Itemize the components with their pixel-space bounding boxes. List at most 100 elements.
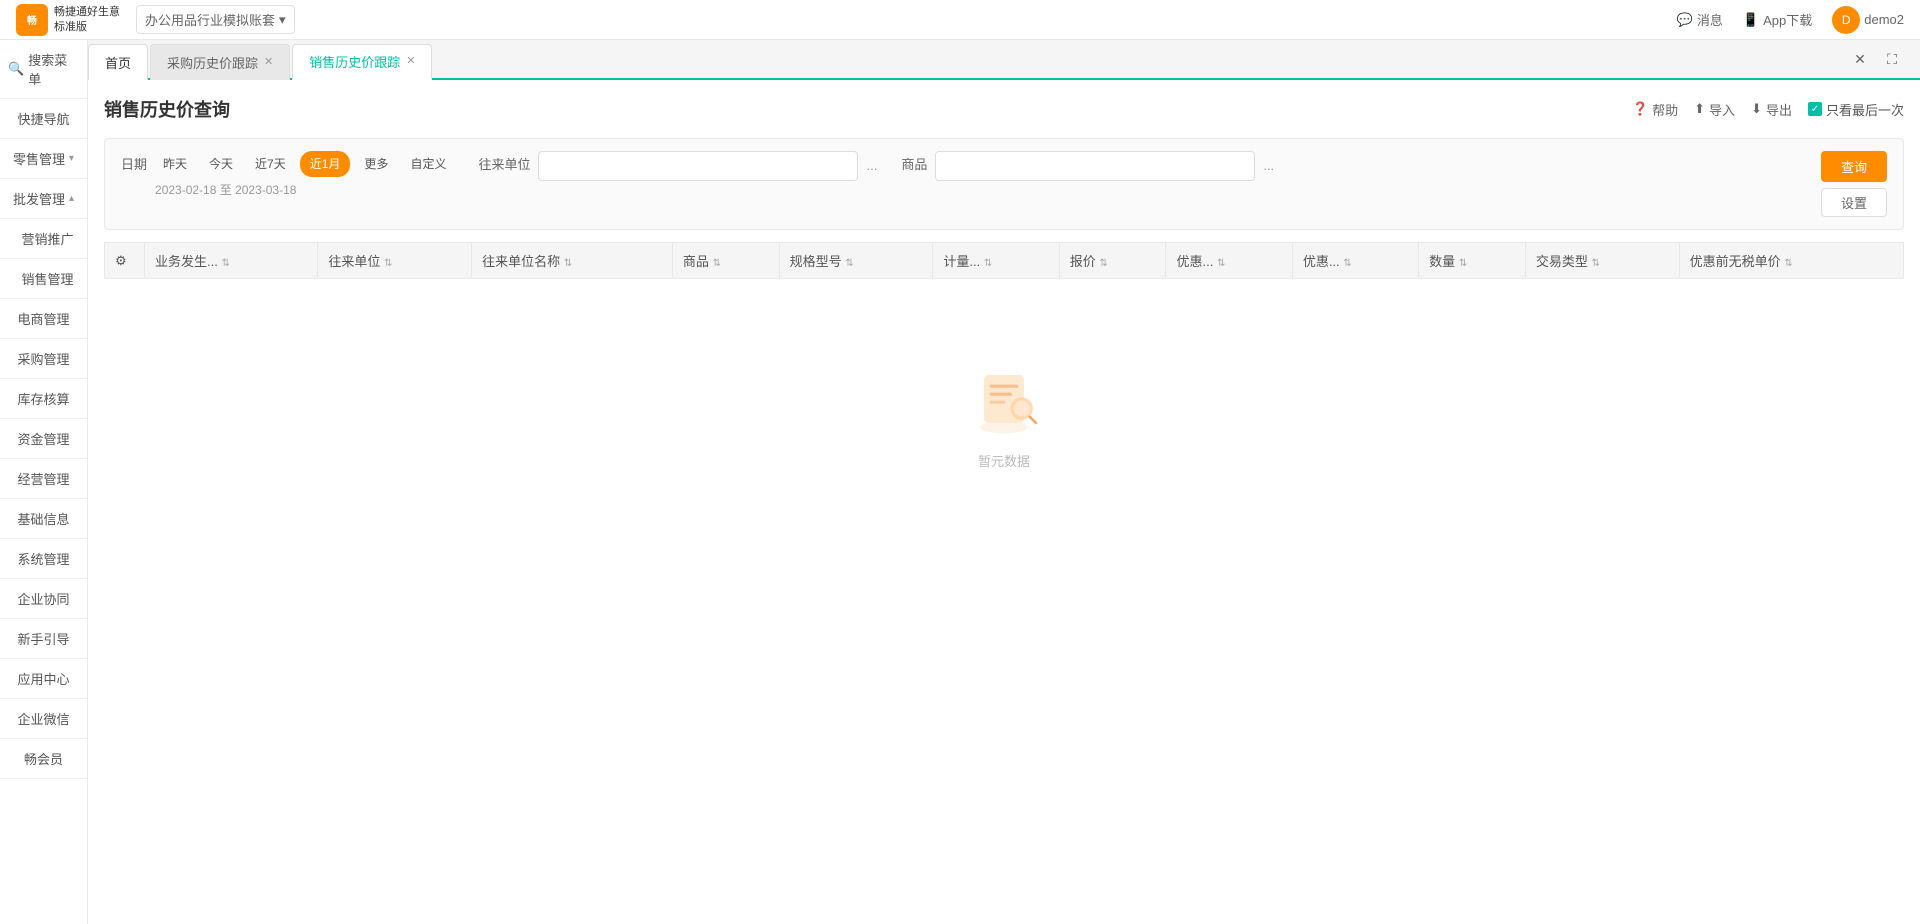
settings-button[interactable]: 设置: [1821, 188, 1887, 217]
th-spec-label: 规格型号: [790, 254, 842, 269]
logo-icon: 畅: [16, 4, 48, 36]
partner-ellipsis[interactable]: ...: [866, 151, 877, 181]
sidebar-item-marketing[interactable]: 营销推广: [0, 219, 87, 259]
date-today[interactable]: 今天: [201, 151, 241, 177]
sidebar-item-basic-info[interactable]: 基础信息: [0, 499, 87, 539]
sort-icon-spec[interactable]: ⇅: [845, 258, 853, 269]
sidebar-item-retail[interactable]: 零售管理 ▾: [0, 139, 87, 179]
sidebar-item-inventory[interactable]: 库存核算: [0, 379, 87, 419]
only-last-checkbox[interactable]: ✓ 只看最后一次: [1808, 100, 1904, 119]
th-price-label: 报价: [1070, 254, 1096, 269]
th-partner-name[interactable]: 往来单位名称 ⇅: [472, 243, 673, 279]
date-yesterday[interactable]: 昨天: [155, 151, 195, 177]
th-biz-date[interactable]: 业务发生... ⇅: [145, 243, 318, 279]
workspace-label: 办公用品行业模拟账套: [145, 10, 275, 29]
sort-icon-partner-name[interactable]: ⇅: [564, 258, 572, 269]
date-more[interactable]: 更多: [356, 151, 396, 177]
date-1month[interactable]: 近1月: [300, 151, 351, 177]
sidebar-item-enterprise[interactable]: 企业协同: [0, 579, 87, 619]
checkbox-icon: ✓: [1808, 102, 1822, 116]
sidebar-item-ecommerce[interactable]: 电商管理: [0, 299, 87, 339]
sidebar-item-search[interactable]: 🔍 搜索菜单: [0, 40, 87, 99]
sort-icon-biz-date[interactable]: ⇅: [221, 258, 229, 269]
sidebar-item-member[interactable]: 畅会员: [0, 739, 87, 779]
export-action[interactable]: ⬇ 导出: [1751, 100, 1792, 119]
date-7days[interactable]: 近7天: [247, 151, 294, 177]
sidebar-item-purchase[interactable]: 采购管理: [0, 339, 87, 379]
th-product[interactable]: 商品 ⇅: [672, 243, 779, 279]
sort-icon-unit[interactable]: ⇅: [984, 258, 992, 269]
gear-icon: ⚙: [115, 253, 127, 268]
th-discount-amount-label: 优惠...: [1303, 254, 1340, 269]
date-filter-options: 昨天 今天 近7天 近1月 更多 自定义 2023-02-18 至 2023-0…: [155, 151, 454, 198]
sidebar-item-finance[interactable]: 资金管理: [0, 419, 87, 459]
th-trade-type[interactable]: 交易类型 ⇅: [1525, 243, 1679, 279]
close-tab-action[interactable]: ✕: [1848, 47, 1872, 71]
tab-bar: 首页 采购历史价跟踪 ✕ 销售历史价跟踪 ✕ ✕ ⛶: [88, 40, 1920, 80]
search-icon: 🔍: [8, 61, 24, 77]
th-unit[interactable]: 计量... ⇅: [933, 243, 1059, 279]
sidebar-item-wholesale[interactable]: 批发管理 ▴: [0, 179, 87, 219]
th-partner-name-label: 往来单位名称: [482, 254, 560, 269]
th-discount-amount[interactable]: 优惠... ⇅: [1292, 243, 1418, 279]
th-gear[interactable]: ⚙: [105, 243, 145, 279]
maximize-action[interactable]: ⛶: [1880, 47, 1904, 71]
data-table: ⚙ 业务发生... ⇅ 往来单位 ⇅ 往来单位名称: [104, 242, 1904, 279]
th-pretax-price[interactable]: 优惠前无税单价 ⇅: [1679, 243, 1903, 279]
sort-icon-price[interactable]: ⇅: [1099, 258, 1107, 269]
table-header-row: ⚙ 业务发生... ⇅ 往来单位 ⇅ 往来单位名称: [105, 243, 1904, 279]
user-nav-item[interactable]: D demo2: [1832, 6, 1904, 34]
header-left: 畅 畅捷通好生意 标准版 办公用品行业模拟账套 ▾: [16, 4, 295, 36]
sidebar-item-sales-mgmt[interactable]: 销售管理: [0, 259, 87, 299]
product-filter-input[interactable]: [935, 151, 1255, 181]
th-quantity[interactable]: 数量 ⇅: [1419, 243, 1526, 279]
help-icon: ❓: [1632, 101, 1648, 117]
sort-icon-quantity[interactable]: ⇅: [1459, 258, 1467, 269]
tab-bar-actions: ✕ ⛶: [1848, 47, 1904, 71]
sidebar-item-wechat[interactable]: 企业微信: [0, 699, 87, 739]
sidebar-item-operations[interactable]: 经营管理: [0, 459, 87, 499]
sort-icon-discount-rate[interactable]: ⇅: [1217, 258, 1225, 269]
tab-sales-close[interactable]: ✕: [406, 56, 415, 67]
partner-filter-input[interactable]: [538, 151, 858, 181]
sort-icon-trade-type[interactable]: ⇅: [1592, 258, 1600, 269]
tab-home[interactable]: 首页: [88, 44, 148, 80]
tab-purchase-history[interactable]: 采购历史价跟踪 ✕: [150, 44, 290, 80]
import-action[interactable]: ⬆ 导入: [1694, 100, 1735, 119]
th-discount-rate[interactable]: 优惠... ⇅: [1166, 243, 1292, 279]
product-ellipsis[interactable]: ...: [1263, 151, 1274, 181]
date-range-row: 2023-02-18 至 2023-03-18: [155, 181, 454, 198]
empty-state: 暂元数据: [104, 279, 1904, 550]
th-price[interactable]: 报价 ⇅: [1059, 243, 1166, 279]
empty-text: 暂元数据: [978, 451, 1030, 470]
tab-sales-history[interactable]: 销售历史价跟踪 ✕: [292, 44, 432, 80]
query-button[interactable]: 查询: [1821, 151, 1887, 182]
help-action[interactable]: ❓ 帮助: [1632, 100, 1678, 119]
sort-icon-discount-amount[interactable]: ⇅: [1343, 258, 1351, 269]
sidebar-item-shortcuts[interactable]: 快捷导航: [0, 99, 87, 139]
sidebar-item-guide[interactable]: 新手引导: [0, 619, 87, 659]
partner-filter-label: 往来单位: [478, 151, 530, 179]
logo-area: 畅 畅捷通好生意 标准版: [16, 4, 120, 36]
filter-actions: 查询 设置: [1821, 151, 1887, 217]
sort-icon-partner-code[interactable]: ⇅: [384, 258, 392, 269]
message-nav-item[interactable]: 💬 消息: [1677, 10, 1723, 29]
app-download-nav-item[interactable]: 📱 App下载: [1743, 10, 1812, 29]
page-title-bar: 销售历史价查询 ❓ 帮助 ⬆ 导入 ⬇ 导出 ✓: [104, 96, 1904, 122]
download-icon: 📱: [1743, 12, 1759, 28]
date-custom[interactable]: 自定义: [402, 151, 454, 177]
th-partner-code[interactable]: 往来单位 ⇅: [318, 243, 472, 279]
header-right: 💬 消息 📱 App下载 D demo2: [1677, 6, 1904, 34]
table-container: ⚙ 业务发生... ⇅ 往来单位 ⇅ 往来单位名称: [104, 242, 1904, 550]
sidebar-item-system[interactable]: 系统管理: [0, 539, 87, 579]
th-spec[interactable]: 规格型号 ⇅: [779, 243, 933, 279]
sidebar: 🔍 搜索菜单 快捷导航 零售管理 ▾ 批发管理 ▴ 营销推广 销售管理 电商管理…: [0, 40, 88, 924]
svg-text:畅: 畅: [27, 14, 37, 27]
tab-purchase-close[interactable]: ✕: [264, 57, 273, 68]
sidebar-item-app-center[interactable]: 应用中心: [0, 659, 87, 699]
sort-icon-pretax-price[interactable]: ⇅: [1784, 258, 1792, 269]
workspace-selector[interactable]: 办公用品行业模拟账套 ▾: [136, 5, 295, 34]
chevron-up-icon: ▴: [69, 193, 74, 204]
message-icon: 💬: [1677, 12, 1693, 28]
sort-icon-product[interactable]: ⇅: [713, 258, 721, 269]
